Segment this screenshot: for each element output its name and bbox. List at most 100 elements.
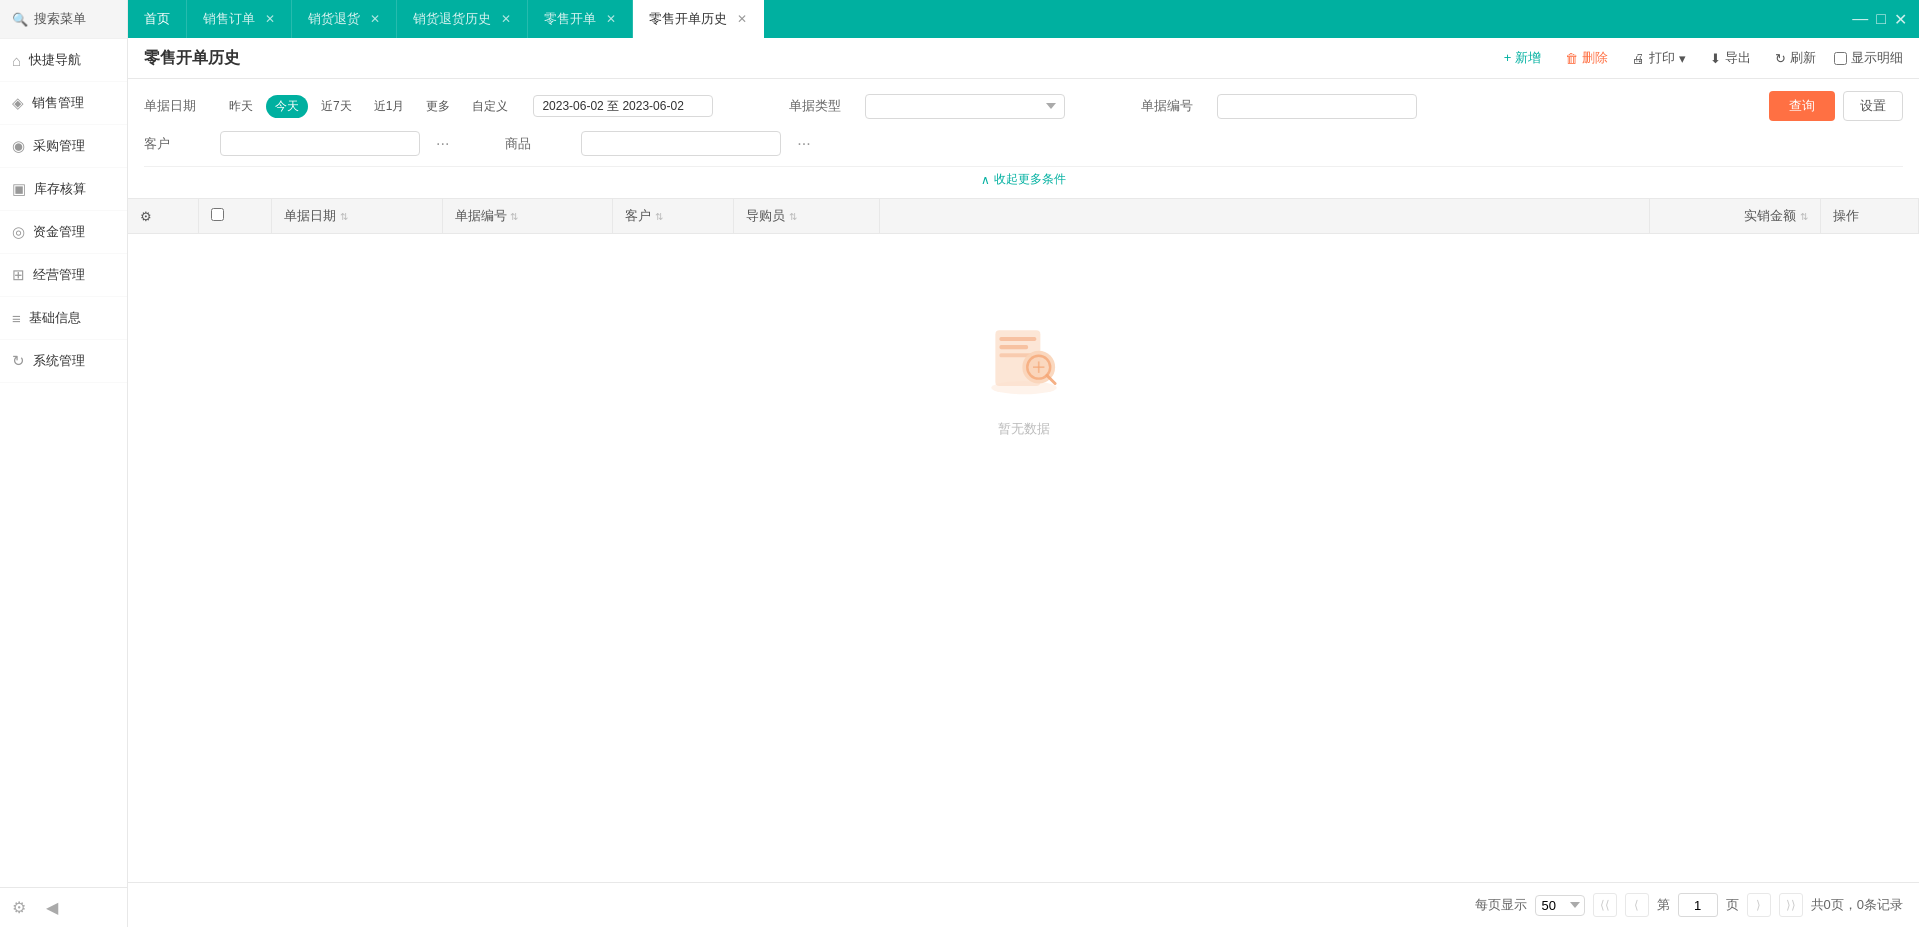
purchase-icon: ◉ xyxy=(12,137,25,155)
page-label-suffix: 页 xyxy=(1726,896,1739,914)
last-page-btn[interactable]: ⟩⟩ xyxy=(1779,893,1803,917)
doc-type-select[interactable] xyxy=(865,94,1065,119)
refresh-button[interactable]: ↻ 刷新 xyxy=(1769,46,1822,70)
sort-customer-icon: ⇅ xyxy=(655,211,663,222)
sidebar-item-sales-mgmt[interactable]: ◈ 销售管理 xyxy=(0,82,127,125)
date-btn-7days[interactable]: 近7天 xyxy=(312,95,361,118)
print-icon: 🖨 xyxy=(1632,51,1645,66)
product-dots[interactable]: ··· xyxy=(797,135,810,153)
date-btn-yesterday[interactable]: 昨天 xyxy=(220,95,262,118)
add-button[interactable]: + 新增 xyxy=(1498,46,1547,70)
empty-state: 暂无数据 xyxy=(128,234,1919,518)
window-controls: — □ ✕ xyxy=(1852,10,1919,29)
first-page-btn[interactable]: ⟨⟨ xyxy=(1593,893,1617,917)
tab-sales-return-history-close[interactable]: ✕ xyxy=(501,12,511,26)
gear-icon: ⚙ xyxy=(140,209,152,224)
maximize-button[interactable]: □ xyxy=(1876,10,1886,28)
sidebar: 🔍 搜索菜单 ⌂ 快捷导航 ◈ 销售管理 ◉ 采购管理 ▣ 库存核算 ◎ 资金管… xyxy=(0,0,128,927)
tab-retail-open-history-close[interactable]: ✕ xyxy=(737,12,747,26)
sidebar-bottom: ⚙ ◀ xyxy=(0,887,127,927)
doc-no-label: 单据编号 xyxy=(1141,97,1201,115)
doc-no-input[interactable] xyxy=(1217,94,1417,119)
tab-home[interactable]: 首页 xyxy=(128,0,187,38)
date-btn-today[interactable]: 今天 xyxy=(266,95,308,118)
tab-sales-order-close[interactable]: ✕ xyxy=(265,12,275,26)
sort-no-icon: ⇅ xyxy=(510,211,518,222)
export-button[interactable]: ⬇ 导出 xyxy=(1704,46,1757,70)
display-detail-label: 显示明细 xyxy=(1851,49,1903,67)
col-action-header: 操作 xyxy=(1820,199,1918,234)
collapse-label: 收起更多条件 xyxy=(994,171,1066,188)
date-filter-label: 单据日期 xyxy=(144,97,204,115)
sidebar-item-sys-mgmt[interactable]: ↻ 系统管理 xyxy=(0,340,127,383)
col-date-header[interactable]: 单据日期 ⇅ xyxy=(271,199,442,234)
date-btn-1month[interactable]: 近1月 xyxy=(365,95,414,118)
current-page-input[interactable] xyxy=(1678,893,1718,917)
tab-home-label: 首页 xyxy=(144,10,170,28)
collapse-more-btn[interactable]: ∧ 收起更多条件 xyxy=(144,166,1903,194)
empty-text: 暂无数据 xyxy=(998,420,1050,438)
setting-button[interactable]: 设置 xyxy=(1843,91,1903,121)
delete-button[interactable]: 🗑 删除 xyxy=(1559,46,1614,70)
content-area: 零售开单历史 + 新增 🗑 删除 🖨 打印 ▾ ⬇ 导出 xyxy=(128,38,1919,927)
tab-sales-return-history[interactable]: 销货退货历史 ✕ xyxy=(397,0,528,38)
settings-icon[interactable]: ⚙ xyxy=(12,898,26,917)
data-table: ⚙ 单据日期 ⇅ 单据编号 ⇅ xyxy=(128,199,1919,234)
tab-sales-return-label: 销货退货 xyxy=(308,10,360,28)
page-label-prefix: 第 xyxy=(1657,896,1670,914)
display-detail-input[interactable] xyxy=(1834,52,1847,65)
sidebar-search-label: 搜索菜单 xyxy=(34,10,86,28)
customer-input[interactable] xyxy=(220,131,420,156)
query-button[interactable]: 查询 xyxy=(1769,91,1835,121)
date-range-input[interactable] xyxy=(533,95,713,117)
tab-sales-order[interactable]: 销售订单 ✕ xyxy=(187,0,292,38)
sidebar-item-ops-mgmt[interactable]: ⊞ 经营管理 xyxy=(0,254,127,297)
page-title: 零售开单历史 xyxy=(144,48,1498,69)
close-button[interactable]: ✕ xyxy=(1894,10,1907,29)
sidebar-item-purchase-mgmt[interactable]: ◉ 采购管理 xyxy=(0,125,127,168)
product-input[interactable] xyxy=(581,131,781,156)
toolbar-actions: + 新增 🗑 删除 🖨 打印 ▾ ⬇ 导出 ↻ 刷新 xyxy=(1498,46,1903,70)
prev-page-btn[interactable]: ⟨ xyxy=(1625,893,1649,917)
sidebar-item-label: 基础信息 xyxy=(29,309,81,327)
print-button[interactable]: 🖨 打印 ▾ xyxy=(1626,46,1692,70)
tab-sales-return[interactable]: 销货退货 ✕ xyxy=(292,0,397,38)
sidebar-item-basic-info[interactable]: ≡ 基础信息 xyxy=(0,297,127,340)
customer-dots[interactable]: ··· xyxy=(436,135,449,153)
col-checkbox[interactable] xyxy=(198,199,271,234)
col-settings[interactable]: ⚙ xyxy=(128,199,198,234)
col-salesperson-header[interactable]: 导购员 ⇅ xyxy=(733,199,879,234)
col-no-header[interactable]: 单据编号 ⇅ xyxy=(442,199,613,234)
svg-rect-3 xyxy=(999,345,1028,349)
tab-retail-open-history-label: 零售开单历史 xyxy=(649,10,727,28)
col-amount-header[interactable]: 实销金额 ⇅ xyxy=(1650,199,1821,234)
date-btn-more[interactable]: 更多 xyxy=(417,95,459,118)
inventory-icon: ▣ xyxy=(12,180,26,198)
col-spacer xyxy=(879,199,1649,234)
sidebar-item-inventory[interactable]: ▣ 库存核算 xyxy=(0,168,127,211)
display-detail-checkbox[interactable]: 显示明细 xyxy=(1834,49,1903,67)
col-customer-label: 客户 xyxy=(625,208,651,223)
col-salesperson-label: 导购员 xyxy=(746,208,785,223)
select-all-checkbox[interactable] xyxy=(211,208,224,221)
sidebar-search[interactable]: 🔍 搜索菜单 xyxy=(0,0,127,39)
tab-sales-return-close[interactable]: ✕ xyxy=(370,12,380,26)
sidebar-item-quick-nav[interactable]: ⌂ 快捷导航 xyxy=(0,39,127,82)
tab-retail-open[interactable]: 零售开单 ✕ xyxy=(528,0,633,38)
col-action-label: 操作 xyxy=(1833,208,1859,223)
collapse-sidebar-icon[interactable]: ◀ xyxy=(46,898,58,917)
page-size-select[interactable]: 50 20 100 xyxy=(1535,895,1585,916)
next-page-btn[interactable]: ⟩ xyxy=(1747,893,1771,917)
tab-retail-open-history[interactable]: 零售开单历史 ✕ xyxy=(633,0,764,38)
tab-retail-open-close[interactable]: ✕ xyxy=(606,12,616,26)
sidebar-item-label: 快捷导航 xyxy=(29,51,81,69)
tab-bar: 首页 销售订单 ✕ 销货退货 ✕ 销货退货历史 ✕ 零售开单 ✕ 零售开单历史 … xyxy=(128,0,1919,38)
main-content: 首页 销售订单 ✕ 销货退货 ✕ 销货退货历史 ✕ 零售开单 ✕ 零售开单历史 … xyxy=(128,0,1919,927)
col-customer-header[interactable]: 客户 ⇅ xyxy=(613,199,734,234)
sidebar-item-finance[interactable]: ◎ 资金管理 xyxy=(0,211,127,254)
export-label: 导出 xyxy=(1725,49,1751,67)
minimize-button[interactable]: — xyxy=(1852,10,1868,28)
col-no-label: 单据编号 xyxy=(455,208,507,223)
chevron-up-icon: ∧ xyxy=(981,173,990,187)
date-btn-custom[interactable]: 自定义 xyxy=(463,95,517,118)
